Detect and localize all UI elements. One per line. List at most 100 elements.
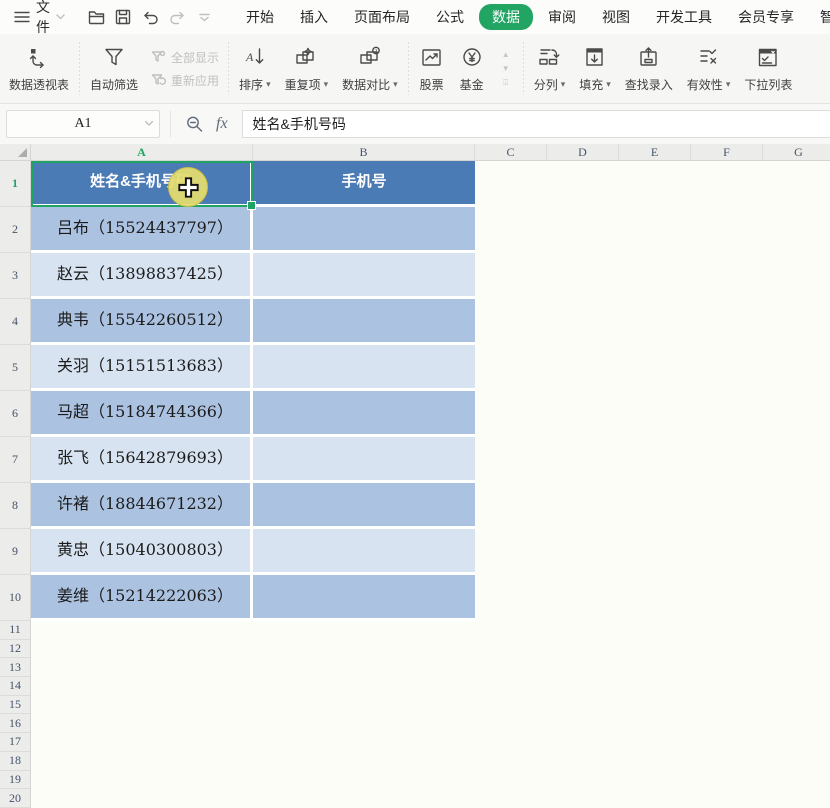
cell-A10[interactable]: 姜维（15214222063） [31,575,253,621]
cell-B2[interactable] [253,207,475,253]
divider [228,42,229,95]
formula-value: 姓名&手机号码 [253,114,346,134]
column-header-F[interactable]: F [691,144,763,160]
cell-B9[interactable] [253,529,475,575]
cell-A5[interactable]: 关羽（15151513683） [31,345,253,391]
tab-formulas[interactable]: 公式 [425,4,475,30]
reapply-filter-icon [151,73,166,87]
tab-smart-toolbox[interactable]: 智能工具箱 [809,4,830,30]
cell-B6[interactable] [253,391,475,437]
row-header-17[interactable]: 17 [0,733,30,752]
tab-review[interactable]: 审阅 [537,4,587,30]
row-header-4[interactable]: 4 [0,299,30,345]
duplicates-button[interactable]: 重复项 [278,34,336,103]
fund-label: 基金 [460,76,484,93]
tab-developer[interactable]: 开发工具 [645,4,723,30]
column-header-B[interactable]: B [253,144,475,160]
auto-filter-button[interactable]: 自动筛选 [83,34,145,103]
column-headers: ABCDEFG [31,144,830,161]
divider [408,42,409,95]
text-to-columns-button[interactable]: 分列 [527,34,573,103]
data-ribbon-toolbar: 数据透视表 自动筛选 全部显示 重新应用 A 排序 重复项 [0,34,830,104]
validation-label: 有效性 [687,76,723,93]
row-header-7[interactable]: 7 [0,437,30,483]
cell-B7[interactable] [253,437,475,483]
text-to-columns-label: 分列 [534,76,558,93]
file-menu[interactable]: 文件 [0,0,75,37]
select-all-corner[interactable] [0,144,31,161]
tab-page-layout[interactable]: 页面布局 [343,4,421,30]
column-header-D[interactable]: D [547,144,619,160]
row-header-3[interactable]: 3 [0,253,30,299]
fund-button[interactable]: 基金 [452,34,492,103]
cell-B3[interactable] [253,253,475,299]
row-header-15[interactable]: 15 [0,696,30,715]
column-header-E[interactable]: E [619,144,691,160]
validation-button[interactable]: 有效性 [680,34,738,103]
tab-data[interactable]: 数据 [479,4,533,30]
row-header-12[interactable]: 12 [0,640,30,659]
cell-A6[interactable]: 马超（15184744366） [31,391,253,437]
save-button[interactable] [114,8,132,26]
row-header-1[interactable]: 1 [0,161,30,207]
pivot-table-button[interactable]: 数据透视表 [2,34,76,103]
sort-button[interactable]: A 排序 [232,34,278,103]
column-header-G[interactable]: G [763,144,830,160]
undo-button[interactable] [141,8,159,26]
customize-qat-button[interactable] [195,8,213,26]
row-header-8[interactable]: 8 [0,483,30,529]
open-file-button[interactable] [87,8,105,26]
tab-view[interactable]: 视图 [591,4,641,30]
column-header-C[interactable]: C [475,144,547,160]
column-header-A[interactable]: A [31,144,253,160]
formula-input[interactable]: 姓名&手机号码 [242,110,830,138]
cell-B10[interactable] [253,575,475,621]
chevron-down-icon [56,14,65,20]
data-compare-button[interactable]: 1 数据对比 [335,34,405,103]
gallery-scroll-buttons: ▲ ▼ ⍗ [492,34,520,103]
name-box[interactable]: A1 [6,110,160,138]
tab-insert[interactable]: 插入 [289,4,339,30]
row-header-2[interactable]: 2 [0,207,30,253]
cell-A9[interactable]: 黄忠（15040300803） [31,529,253,575]
row-header-5[interactable]: 5 [0,345,30,391]
tab-home[interactable]: 开始 [235,4,285,30]
name-box-caret-icon[interactable] [145,121,153,126]
cell-A1[interactable]: 姓名&手机号码 [31,161,253,207]
row-header-19[interactable]: 19 [0,771,30,790]
row-header-11[interactable]: 11 [0,621,30,640]
cell-B1[interactable]: 手机号 [253,161,475,207]
insert-function-icon[interactable]: fx [216,115,228,133]
row-header-13[interactable]: 13 [0,658,30,677]
reapply-button[interactable]: 重新应用 [151,72,219,89]
gallery-up-button[interactable]: ▲ [499,49,513,60]
lookup-entry-button[interactable]: 查找录入 [618,34,680,103]
redo-button[interactable] [168,8,186,26]
cell-A3[interactable]: 赵云（13898837425） [31,253,253,299]
tab-membership[interactable]: 会员专享 [727,4,805,30]
cell-A2[interactable]: 吕布（15524437797） [31,207,253,253]
sort-label: 排序 [239,76,263,93]
cell-B4[interactable] [253,299,475,345]
cell-B5[interactable] [253,345,475,391]
row-header-16[interactable]: 16 [0,714,30,733]
row-header-20[interactable]: 20 [0,789,30,808]
cell-B8[interactable] [253,483,475,529]
cell-A8[interactable]: 许褚（18844671232） [31,483,253,529]
cell-A4[interactable]: 典韦（15542260512） [31,299,253,345]
table-row-5: 关羽（15151513683） [31,345,830,391]
row-header-14[interactable]: 14 [0,677,30,696]
gallery-down-button[interactable]: ▼ [499,63,513,74]
stock-button[interactable]: 股票 [412,34,452,103]
gallery-more-button[interactable]: ⍗ [499,77,513,88]
fill-button[interactable]: 填充 [572,34,618,103]
zoom-search-icon[interactable] [185,115,204,134]
row-header-6[interactable]: 6 [0,391,30,437]
row-header-9[interactable]: 9 [0,529,30,575]
dropdown-list-button[interactable]: 下拉列表 [737,34,799,103]
row-header-18[interactable]: 18 [0,752,30,771]
duplicates-label: 重复项 [285,76,321,93]
cell-A7[interactable]: 张飞（15642879693） [31,437,253,483]
row-header-10[interactable]: 10 [0,575,30,621]
show-all-button[interactable]: 全部显示 [151,49,219,66]
